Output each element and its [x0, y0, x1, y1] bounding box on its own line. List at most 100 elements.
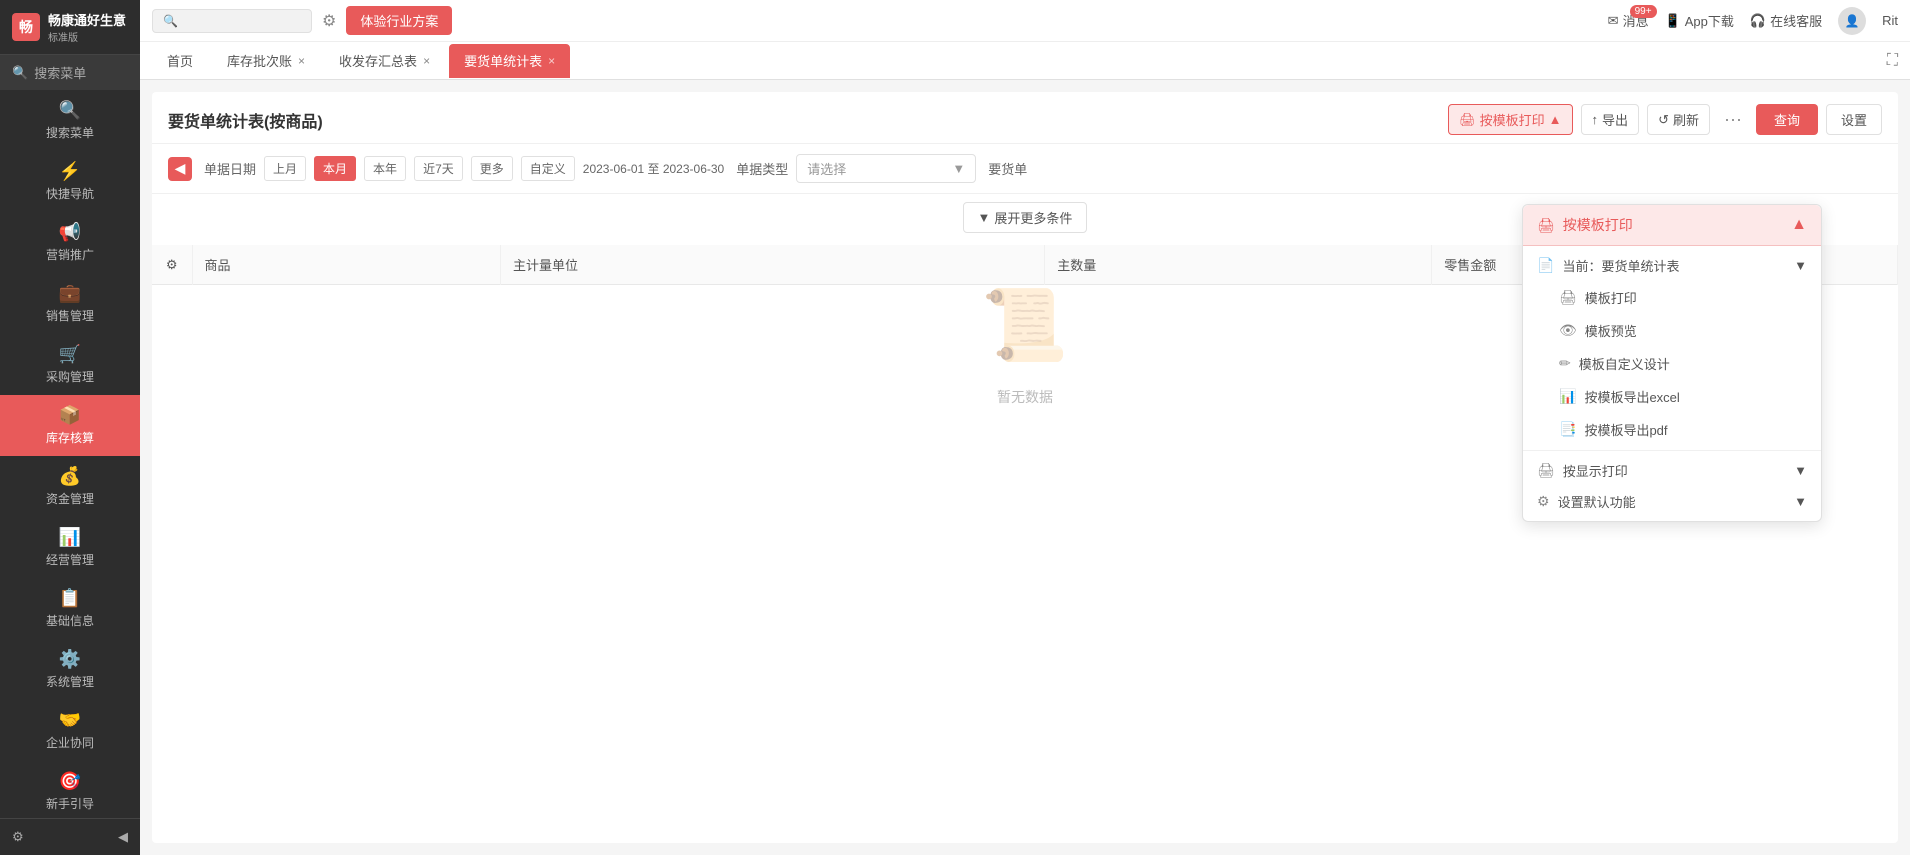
query-button[interactable]: 查询	[1756, 104, 1818, 135]
design-item-icon: ✏	[1559, 355, 1571, 372]
set-default-icon: ⚙	[1537, 493, 1550, 510]
sidebar-item-system[interactable]: ⚙️系统管理	[0, 639, 140, 700]
col-goods: 商品	[192, 245, 500, 285]
filter-collapse-button[interactable]: ◀	[168, 157, 192, 181]
current-template-group[interactable]: 📄 当前：要货单统计表 ▼	[1523, 250, 1821, 281]
nav-icon-enterprise: 🤝	[59, 710, 81, 731]
print-dropdown-body: 📄 当前：要货单统计表 ▼ 🖨 模板打印 👁	[1523, 246, 1821, 521]
display-print-left: 🖨 按显示打印	[1537, 461, 1628, 480]
app-download-label: App下载	[1685, 11, 1734, 30]
settings-col-icon[interactable]: ⚙	[166, 257, 178, 272]
template-print-item[interactable]: 🖨 模板打印	[1523, 281, 1821, 314]
tab-close-order-summary[interactable]: ×	[548, 54, 555, 68]
date-prev-month[interactable]: 上月	[264, 156, 306, 181]
tab-order-summary[interactable]: 要货单统计表 ×	[449, 44, 570, 78]
more-icon[interactable]: ···	[1718, 109, 1748, 130]
date-7days[interactable]: 近7天	[414, 156, 463, 181]
date-filter-group: 单据日期 上月 本月 本年 近7天 更多 自定义 2023-06-01 至 20…	[204, 156, 724, 181]
date-range-display: 2023-06-01 至 2023-06-30	[583, 160, 724, 177]
type-filter-select[interactable]: 请选择 ▼	[796, 154, 976, 183]
sidebar-item-enterprise[interactable]: 🤝企业协同	[0, 700, 140, 761]
display-print-icon: 🖨	[1537, 462, 1555, 479]
sidebar-item-basic[interactable]: 📋基础信息	[0, 578, 140, 639]
nav-label-operations: 经营管理	[46, 551, 94, 568]
search-icon: 🔍	[163, 14, 178, 28]
message-button[interactable]: ✉ 消息 99+	[1608, 11, 1649, 30]
export-label: 导出	[1602, 110, 1628, 129]
search-label: 搜索菜单	[34, 63, 86, 82]
set-default-label: 设置默认功能	[1558, 492, 1636, 511]
col-check: ⚙	[152, 245, 192, 285]
sidebar-item-finance[interactable]: 💰资金管理	[0, 456, 140, 517]
export-button[interactable]: ↑ 导出	[1581, 104, 1640, 135]
sidebar-item-purchase[interactable]: 🛒 采购管理	[0, 334, 140, 395]
sidebar-item-operations[interactable]: 📊经营管理	[0, 517, 140, 578]
nav-label-purchase: 采购管理	[46, 368, 94, 385]
tab-label-order-summary: 要货单统计表	[464, 51, 542, 70]
print-label: 按模板打印	[1480, 110, 1545, 129]
refresh-button[interactable]: ↺ 刷新	[1647, 104, 1710, 135]
template-pdf-item[interactable]: 📑 按模板导出pdf	[1523, 413, 1821, 446]
sidebar-search[interactable]: 🔍 搜索菜单	[0, 55, 140, 90]
nav-label-system: 系统管理	[46, 673, 94, 690]
nav-icon-marketing: 📢	[59, 222, 81, 243]
chevron-down-icon-2: ▼	[1794, 463, 1807, 478]
settings-icon[interactable]: ⚙	[12, 829, 24, 845]
template-pdf-label: 按模板导出pdf	[1584, 420, 1667, 439]
sidebar-item-marketing[interactable]: 📢营销推广	[0, 212, 140, 273]
tab-receipt-summary[interactable]: 收发存汇总表×	[324, 44, 445, 78]
date-current-month[interactable]: 本月	[314, 156, 356, 181]
tab-close-receipt-summary[interactable]: ×	[423, 54, 430, 68]
display-print-group[interactable]: 🖨 按显示打印 ▼	[1523, 455, 1821, 486]
sidebar-item-quick-nav[interactable]: ⚡快捷导航	[0, 151, 140, 212]
expand-more-button[interactable]: ▼ 展开更多条件	[963, 202, 1088, 233]
template-print-label: 模板打印	[1585, 288, 1637, 307]
close-icon[interactable]: ▲	[1791, 216, 1807, 234]
date-more[interactable]: 更多	[471, 156, 513, 181]
template-preview-item[interactable]: 👁 模板预览	[1523, 314, 1821, 347]
sidebar: 畅 畅康通好生意 标准版 🔍 搜索菜单 🔍搜索菜单⚡快捷导航📢营销推广💼销售管理…	[0, 0, 140, 855]
template-excel-label: 按模板导出excel	[1584, 387, 1679, 406]
settings-button[interactable]: 设置	[1826, 104, 1882, 135]
maximize-icon[interactable]: ⛶	[1887, 52, 1898, 70]
logo-text: 畅康通好生意 标准版	[48, 10, 126, 44]
date-custom[interactable]: 自定义	[521, 156, 575, 181]
tabs-right: ⛶	[1887, 52, 1898, 70]
template-preview-label: 模板预览	[1585, 321, 1637, 340]
sidebar-item-search[interactable]: 🔍搜索菜单	[0, 90, 140, 151]
expand-icon: ▼	[978, 210, 991, 225]
print-button[interactable]: 🖨 按模板打印 ▲	[1448, 104, 1572, 135]
nav-icon-search: 🔍	[59, 100, 81, 121]
tab-batch-account[interactable]: 库存批次账×	[212, 44, 320, 78]
sidebar-item-inventory[interactable]: 📦库存核算	[0, 395, 140, 456]
tab-close-batch-account[interactable]: ×	[298, 54, 305, 68]
col-qty: 主数量	[1045, 245, 1432, 285]
sidebar-item-sales[interactable]: 💼 销售管理	[0, 273, 140, 334]
topbar-search[interactable]: 🔍	[152, 9, 312, 33]
export-icon: ↑	[1592, 112, 1599, 127]
type-filter-group: 单据类型 请选择 ▼	[736, 154, 976, 183]
tab-home[interactable]: 首页	[152, 44, 208, 78]
nav-icon-sales: 💼	[59, 283, 81, 304]
online-service-button[interactable]: 🎧 在线客服	[1750, 11, 1822, 30]
template-design-item[interactable]: ✏ 模板自定义设计	[1523, 347, 1821, 380]
template-excel-item[interactable]: 📊 按模板导出excel	[1523, 380, 1821, 413]
chevron-down-icon: ▼	[1794, 258, 1807, 273]
sidebar-bottom: ⚙ ◀	[0, 818, 140, 855]
app-download-button[interactable]: 📱 App下载	[1665, 11, 1734, 30]
preview-item-icon: 👁	[1559, 322, 1577, 339]
current-template-label: 当前：要货单统计表	[1562, 256, 1679, 275]
goods-filter-group: 要货单	[988, 159, 1027, 178]
gear-icon[interactable]: ⚙	[322, 11, 336, 31]
nav-icon-purchase: 🛒	[59, 344, 81, 365]
tabs-bar: 首页库存批次账×收发存汇总表× 要货单统计表 × ⛶	[140, 42, 1910, 80]
avatar[interactable]: 👤	[1838, 7, 1866, 35]
trial-button[interactable]: 体验行业方案	[346, 6, 452, 35]
empty-illustration: 📜	[981, 285, 1068, 367]
date-current-year[interactable]: 本年	[364, 156, 406, 181]
collapse-icon[interactable]: ◀	[118, 829, 128, 845]
set-default-group[interactable]: ⚙ 设置默认功能 ▼	[1523, 486, 1821, 517]
print-dropdown-header[interactable]: 🖨 按模板打印 ▲	[1523, 205, 1821, 246]
sidebar-item-guide[interactable]: 🎯新手引导	[0, 761, 140, 818]
nav-label-sales: 销售管理	[46, 307, 94, 324]
